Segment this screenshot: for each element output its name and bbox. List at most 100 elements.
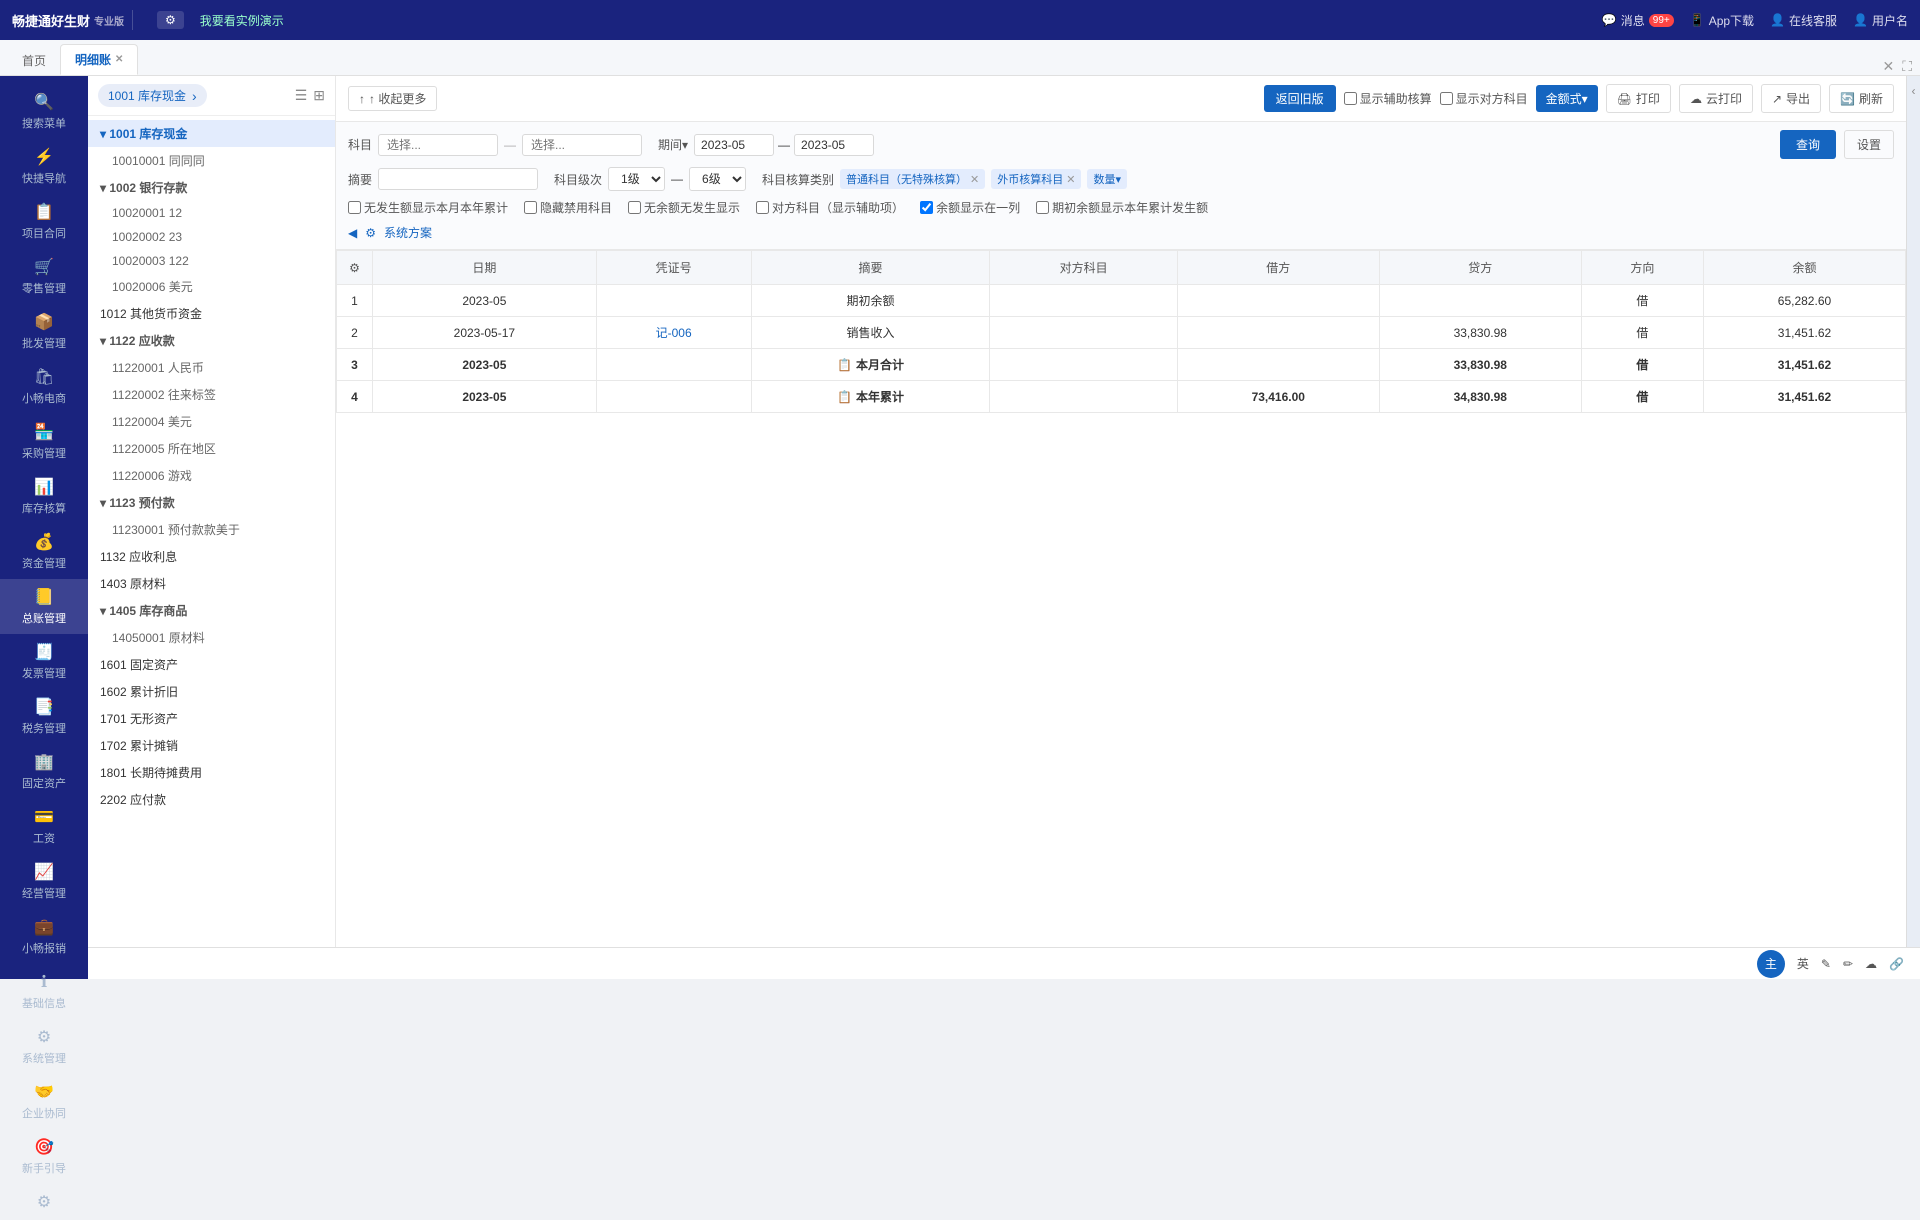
sidebar-item-guide[interactable]: 🎯 新手引导	[0, 1129, 88, 1184]
tree-item-1403[interactable]: 1403 原材料	[88, 570, 335, 597]
tree-item-10020006[interactable]: 10020006 美元	[88, 273, 335, 300]
status-icon-4[interactable]: 🔗	[1889, 957, 1904, 971]
tree-item-1701[interactable]: 1701 无形资产	[88, 705, 335, 732]
online-service-btn[interactable]: 👤 在线客服	[1770, 12, 1837, 29]
sidebar-item-payroll[interactable]: 💳 工资	[0, 799, 88, 854]
tree-item-1002[interactable]: ▾ 1002 银行存款	[88, 174, 335, 201]
status-main-btn[interactable]: 主	[1757, 950, 1785, 978]
tree-item-1801[interactable]: 1801 长期待摊费用	[88, 759, 335, 786]
sidebar-item-enterprise[interactable]: 🤝 企业协同	[0, 1074, 88, 1129]
no-amount-check-input[interactable]	[348, 201, 361, 214]
amount-mode-btn[interactable]: 金额式▾	[1536, 85, 1598, 112]
filter-tag-normal-close-icon[interactable]: ✕	[970, 173, 979, 186]
aux-calc-check-input[interactable]	[1344, 92, 1357, 105]
sidebar-item-business[interactable]: 📈 经营管理	[0, 854, 88, 909]
show-subject-checkbox[interactable]: 显示对方科目	[1440, 90, 1528, 107]
filter-summary-input[interactable]	[378, 168, 538, 190]
filter-subject-input[interactable]	[378, 134, 498, 156]
demo-link[interactable]: 我要看实例演示	[200, 12, 284, 29]
filter-more-btn[interactable]: ↑ ↑ 收起更多	[348, 86, 437, 111]
status-icon-3[interactable]: ☁	[1865, 957, 1877, 971]
col-settings[interactable]: ⚙	[337, 251, 373, 285]
sidebar-item-sys-mgmt[interactable]: ⚙ 系统管理	[0, 1019, 88, 1074]
cloud-print-btn[interactable]: ☁ 云打印	[1679, 84, 1753, 113]
opposite-subject-checkbox[interactable]: 对方科目（显示辅助项）	[756, 199, 904, 216]
scheme-label[interactable]: 系统方案	[384, 224, 432, 241]
tab-close-window[interactable]: ✕	[1882, 58, 1894, 75]
status-icon-2[interactable]: ✏	[1843, 957, 1853, 971]
sidebar-item-tax[interactable]: 📑 税务管理	[0, 689, 88, 744]
sidebar-item-reimbursement[interactable]: 💼 小畅报销	[0, 909, 88, 964]
sidebar-item-quick-nav[interactable]: ⚡ 快捷导航	[0, 139, 88, 194]
tree-item-10020002[interactable]: 10020002 23	[88, 225, 335, 249]
tree-item-1001[interactable]: ▾ 1001 库存现金	[88, 120, 335, 147]
voucher-link-2[interactable]: 记-006	[656, 326, 692, 340]
hide-disabled-check-input[interactable]	[524, 201, 537, 214]
tree-item-1132[interactable]: 1132 应收利息	[88, 543, 335, 570]
app-download-btn[interactable]: 📱 App下载	[1690, 12, 1754, 29]
selected-account[interactable]: 1001 库存现金 ›	[98, 84, 207, 107]
refresh-btn[interactable]: 🔄 刷新	[1829, 84, 1894, 113]
sidebar-item-project[interactable]: 📋 项目合同	[0, 194, 88, 249]
tree-action-expand-icon[interactable]: ⊞	[313, 87, 325, 104]
sidebar-item-ledger[interactable]: 📒 总账管理	[0, 579, 88, 634]
filter-tag-foreign-subject[interactable]: 外币核算科目✕	[991, 169, 1081, 189]
opening-balance-check-input[interactable]	[1036, 201, 1049, 214]
tree-item-2202[interactable]: 2202 应付款	[88, 786, 335, 813]
filter-tag-normal-subject[interactable]: 普通科目（无特殊核算）✕	[840, 169, 985, 189]
no-amount-checkbox[interactable]: 无发生额显示本月本年累计	[348, 199, 508, 216]
hide-disabled-checkbox[interactable]: 隐藏禁用科目	[524, 199, 612, 216]
setting-btn[interactable]: 设置	[1844, 130, 1894, 159]
sidebar-item-ecommerce[interactable]: 🛍 小畅电商	[0, 359, 88, 414]
tree-item-11220001[interactable]: 11220001 人民币	[88, 354, 335, 381]
messages-btn[interactable]: 💬 消息 99+	[1602, 12, 1674, 29]
tree-item-1702[interactable]: 1702 累计摊销	[88, 732, 335, 759]
no-balance-check-input[interactable]	[628, 201, 641, 214]
tree-item-11220005[interactable]: 11220005 所在地区	[88, 435, 335, 462]
filter-tag-foreign-close-icon[interactable]: ✕	[1066, 173, 1075, 186]
tree-item-10010001[interactable]: 10010001 同同同	[88, 147, 335, 174]
sidebar-item-base-info[interactable]: ℹ 基础信息	[0, 964, 88, 1019]
tree-item-1123[interactable]: ▾ 1123 预付款	[88, 489, 335, 516]
tree-item-11230001[interactable]: 11230001 预付款款美于	[88, 516, 335, 543]
filter-period-end[interactable]	[794, 134, 874, 156]
filter-left-toggle-icon[interactable]: ◀	[348, 226, 357, 240]
opening-balance-checkbox[interactable]: 期初余额显示本年累计发生额	[1036, 199, 1208, 216]
balance-one-col-check-input[interactable]	[920, 201, 933, 214]
status-icon-1[interactable]: ✎	[1821, 957, 1831, 971]
tab-ledger[interactable]: 明细账 ✕	[60, 44, 138, 75]
tab-expand-icon[interactable]: ⛶	[1902, 58, 1912, 75]
aux-calc-checkbox[interactable]: 显示辅助核算	[1344, 90, 1432, 107]
opposite-subject-check-input[interactable]	[756, 201, 769, 214]
right-collapse-btn[interactable]: ‹	[1906, 76, 1920, 979]
lang-switch-btn[interactable]: 英	[1797, 955, 1809, 972]
tree-item-1602[interactable]: 1602 累计折旧	[88, 678, 335, 705]
filter-subject-level-start-select[interactable]: 1级2级3级	[608, 167, 665, 191]
print-btn[interactable]: 🖨 打印	[1606, 84, 1671, 113]
tree-item-10020001[interactable]: 10020001 12	[88, 201, 335, 225]
sidebar-item-funds[interactable]: 💰 资金管理	[0, 524, 88, 579]
tab-home[interactable]: 首页	[8, 46, 60, 75]
tree-item-1012[interactable]: 1012 其他货币资金	[88, 300, 335, 327]
filter-tag-quantity-btn[interactable]: 数量▾	[1087, 169, 1127, 189]
tree-item-11220006[interactable]: 11220006 游戏	[88, 462, 335, 489]
tree-item-1601[interactable]: 1601 固定资产	[88, 651, 335, 678]
sidebar-item-inventory[interactable]: 📊 库存核算	[0, 469, 88, 524]
tree-item-14050001[interactable]: 14050001 原材料	[88, 624, 335, 651]
tab-close-icon[interactable]: ✕	[115, 54, 123, 65]
filter-period-start[interactable]	[694, 134, 774, 156]
tree-action-menu-icon[interactable]: ☰	[295, 87, 308, 104]
sidebar-item-retail[interactable]: 🛒 零售管理	[0, 249, 88, 304]
tree-item-1405[interactable]: ▾ 1405 库存商品	[88, 597, 335, 624]
sidebar-item-invoice[interactable]: 🧾 发票管理	[0, 634, 88, 689]
sidebar-item-fixed-assets[interactable]: 🏢 固定资产	[0, 744, 88, 799]
row-voucher-2[interactable]: 记-006	[596, 317, 751, 349]
filter-subject-level-end-select[interactable]: 6级1级2级	[689, 167, 746, 191]
balance-one-col-checkbox[interactable]: 余额显示在一列	[920, 199, 1020, 216]
query-btn[interactable]: 查询	[1780, 130, 1836, 159]
sidebar-settings-btn[interactable]: ⚙	[29, 1184, 59, 1220]
export-btn[interactable]: ↗ 导出	[1761, 84, 1821, 113]
tree-item-1122[interactable]: ▾ 1122 应收款	[88, 327, 335, 354]
filter-subject-end-input[interactable]	[522, 134, 642, 156]
tree-item-11220004[interactable]: 11220004 美元	[88, 408, 335, 435]
